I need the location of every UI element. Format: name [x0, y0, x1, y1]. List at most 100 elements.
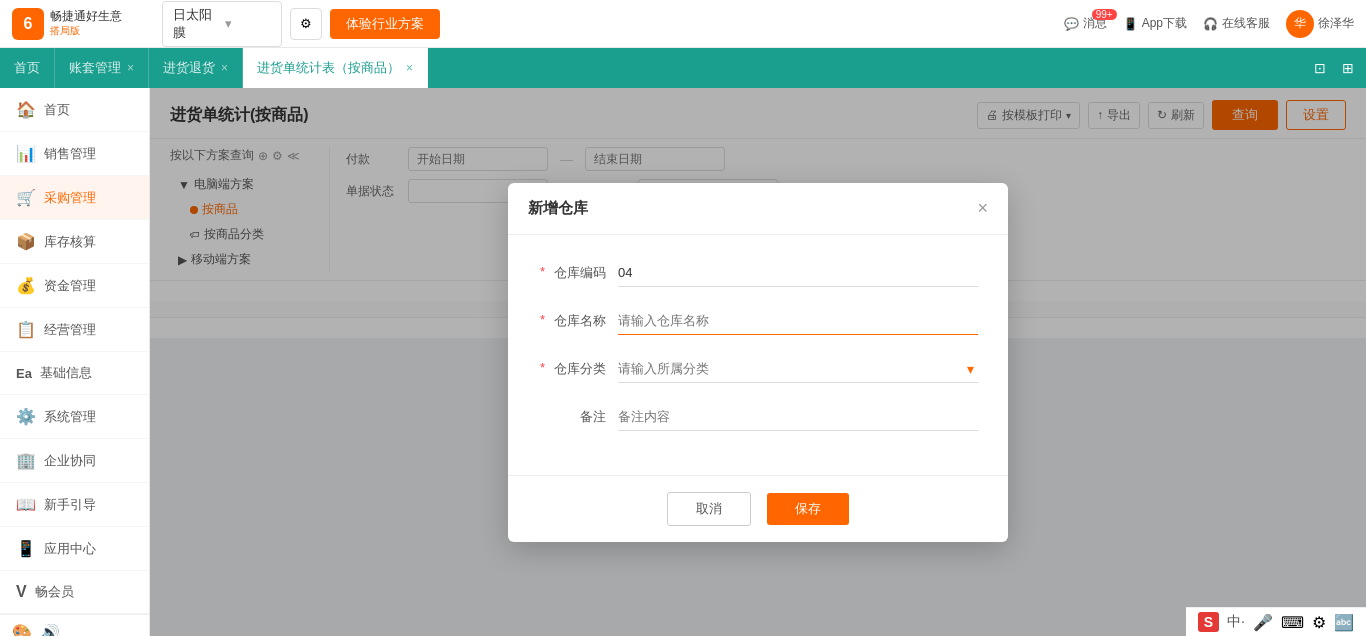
tab-purchase-return-label: 进货退货 [163, 59, 215, 77]
app-download-item[interactable]: 📱 App下载 [1123, 15, 1187, 32]
input-icon[interactable]: 🔤 [1334, 613, 1354, 632]
member-icon: V [16, 583, 27, 601]
form-row-note: 备注 [538, 403, 978, 431]
tab-bar-right: ⊡ ⊞ [1310, 56, 1366, 80]
tab-purchase-stats-close[interactable]: × [406, 61, 413, 75]
tab-home-label: 首页 [14, 59, 40, 77]
sidebar-item-operations-label: 经营管理 [44, 321, 96, 339]
online-service-item[interactable]: 🎧 在线客服 [1203, 15, 1270, 32]
sidebar-item-enterprise-label: 企业协同 [44, 452, 96, 470]
basic-info-icon: Ea [16, 366, 32, 381]
online-service-label: 在线客服 [1222, 15, 1270, 32]
tab-account[interactable]: 账套管理 × [55, 48, 149, 88]
speaker-icon[interactable]: 🔊 [40, 623, 60, 636]
tab-home[interactable]: 首页 [0, 48, 55, 88]
sidebar-item-inventory[interactable]: 📦 库存核算 [0, 220, 149, 264]
enterprise-icon: 🏢 [16, 451, 36, 470]
message-item[interactable]: 💬 99+ 消息 [1064, 15, 1107, 32]
sidebar-item-sales-label: 销售管理 [44, 145, 96, 163]
user-item[interactable]: 华 徐泽华 [1286, 10, 1354, 38]
chinese-icon: 中· [1227, 613, 1245, 631]
sidebar-item-basic-info[interactable]: Ea 基础信息 [0, 352, 149, 395]
sidebar-item-home[interactable]: 🏠 首页 [0, 88, 149, 132]
appstore-icon: 📱 [16, 539, 36, 558]
store-name: 日太阳膜 [173, 6, 219, 42]
sidebar-item-inventory-label: 库存核算 [44, 233, 96, 251]
category-wrap: ▾ [618, 355, 978, 383]
settings-gear-button[interactable]: ⚙ [290, 8, 322, 40]
sidebar-item-purchase[interactable]: 🛒 采购管理 [0, 176, 149, 220]
sidebar-item-system-label: 系统管理 [44, 408, 96, 426]
tab-purchase-return[interactable]: 进货退货 × [149, 48, 243, 88]
sidebar-item-system[interactable]: ⚙️ 系统管理 [0, 395, 149, 439]
logo-icon: 6 [12, 8, 44, 40]
tab-expand-icon[interactable]: ⊞ [1338, 56, 1358, 80]
trial-button[interactable]: 体验行业方案 [330, 9, 440, 39]
form-row-category: 仓库分类 ▾ [538, 355, 978, 383]
header-right: 💬 99+ 消息 📱 App下载 🎧 在线客服 华 徐泽华 [1064, 10, 1354, 38]
sidebar-footer: 🎨 🔊 [0, 614, 149, 636]
guide-icon: 📖 [16, 495, 36, 514]
main-layout: 🏠 首页 📊 销售管理 🛒 采购管理 📦 库存核算 💰 资金管理 📋 经营管理 … [0, 88, 1366, 636]
tab-account-close[interactable]: × [127, 61, 134, 75]
sidebar-item-operations[interactable]: 📋 经营管理 [0, 308, 149, 352]
avatar: 华 [1286, 10, 1314, 38]
sidebar-item-home-label: 首页 [44, 101, 70, 119]
sidebar-item-finance[interactable]: 💰 资金管理 [0, 264, 149, 308]
modal-body: 仓库编码 仓库名称 仓库分类 ▾ [508, 235, 1008, 475]
user-name: 徐泽华 [1318, 15, 1354, 32]
home-icon: 🏠 [16, 100, 36, 119]
settings-bottom-icon[interactable]: ⚙ [1312, 613, 1326, 632]
gear-icon: ⚙ [300, 16, 312, 31]
tab-account-label: 账套管理 [69, 59, 121, 77]
note-input[interactable] [618, 403, 978, 431]
modal-title: 新增仓库 [528, 199, 588, 218]
sidebar-item-member[interactable]: V 畅会员 [0, 571, 149, 614]
tab-bar: 首页 账套管理 × 进货退货 × 进货单统计表（按商品） × ⊡ ⊞ [0, 48, 1366, 88]
name-input[interactable] [618, 307, 978, 335]
sidebar-item-guide[interactable]: 📖 新手引导 [0, 483, 149, 527]
keyboard-icon[interactable]: ⌨ [1281, 613, 1304, 632]
category-dropdown-arrow[interactable]: ▾ [967, 361, 974, 377]
theme-icon[interactable]: 🎨 [12, 623, 32, 636]
save-button[interactable]: 保存 [767, 493, 849, 525]
headset-icon: 🎧 [1203, 17, 1218, 31]
finance-icon: 💰 [16, 276, 36, 295]
avatar-initials: 华 [1294, 15, 1306, 32]
tab-purchase-return-close[interactable]: × [221, 61, 228, 75]
logo-sub: 搭局版 [50, 24, 122, 38]
sidebar-item-basic-info-label: 基础信息 [40, 364, 92, 382]
phone-icon: 📱 [1123, 17, 1138, 31]
sidebar-item-appstore-label: 应用中心 [44, 540, 96, 558]
sidebar: 🏠 首页 📊 销售管理 🛒 采购管理 📦 库存核算 💰 资金管理 📋 经营管理 … [0, 88, 150, 636]
inventory-icon: 📦 [16, 232, 36, 251]
sidebar-item-finance-label: 资金管理 [44, 277, 96, 295]
modal-header: 新增仓库 × [508, 183, 1008, 235]
content-area: 进货单统计(按商品) 🖨 按模板打印 ▾ ↑ 导出 ↻ 刷新 查询 设置 [150, 88, 1366, 636]
tab-restore-icon[interactable]: ⊡ [1310, 56, 1330, 80]
sidebar-item-purchase-label: 采购管理 [44, 189, 96, 207]
chevron-down-icon: ▾ [225, 16, 271, 31]
note-label: 备注 [538, 408, 618, 426]
store-selector[interactable]: 日太阳膜 ▾ [162, 1, 282, 47]
bottom-status-bar: S 中· 🎤 ⌨ ⚙ 🔤 [1186, 607, 1366, 636]
modal-close-button[interactable]: × [977, 199, 988, 217]
tab-purchase-stats-label: 进货单统计表（按商品） [257, 59, 400, 77]
sidebar-item-sales[interactable]: 📊 销售管理 [0, 132, 149, 176]
sidebar-item-guide-label: 新手引导 [44, 496, 96, 514]
category-input[interactable] [618, 355, 978, 383]
form-row-code: 仓库编码 [538, 259, 978, 287]
logo-area: 6 畅捷通好生意 搭局版 [12, 8, 162, 40]
code-input[interactable] [618, 259, 978, 287]
name-label: 仓库名称 [538, 312, 618, 330]
form-row-name: 仓库名称 [538, 307, 978, 335]
category-label: 仓库分类 [538, 360, 618, 378]
mic-icon[interactable]: 🎤 [1253, 613, 1273, 632]
message-badge: 99+ [1092, 9, 1117, 20]
sidebar-item-enterprise[interactable]: 🏢 企业协同 [0, 439, 149, 483]
sidebar-item-appstore[interactable]: 📱 应用中心 [0, 527, 149, 571]
cancel-button[interactable]: 取消 [667, 492, 751, 526]
system-icon: ⚙️ [16, 407, 36, 426]
tab-purchase-stats[interactable]: 进货单统计表（按商品） × [243, 48, 428, 88]
top-header: 6 畅捷通好生意 搭局版 日太阳膜 ▾ ⚙ 体验行业方案 💬 99+ 消息 📱 … [0, 0, 1366, 48]
